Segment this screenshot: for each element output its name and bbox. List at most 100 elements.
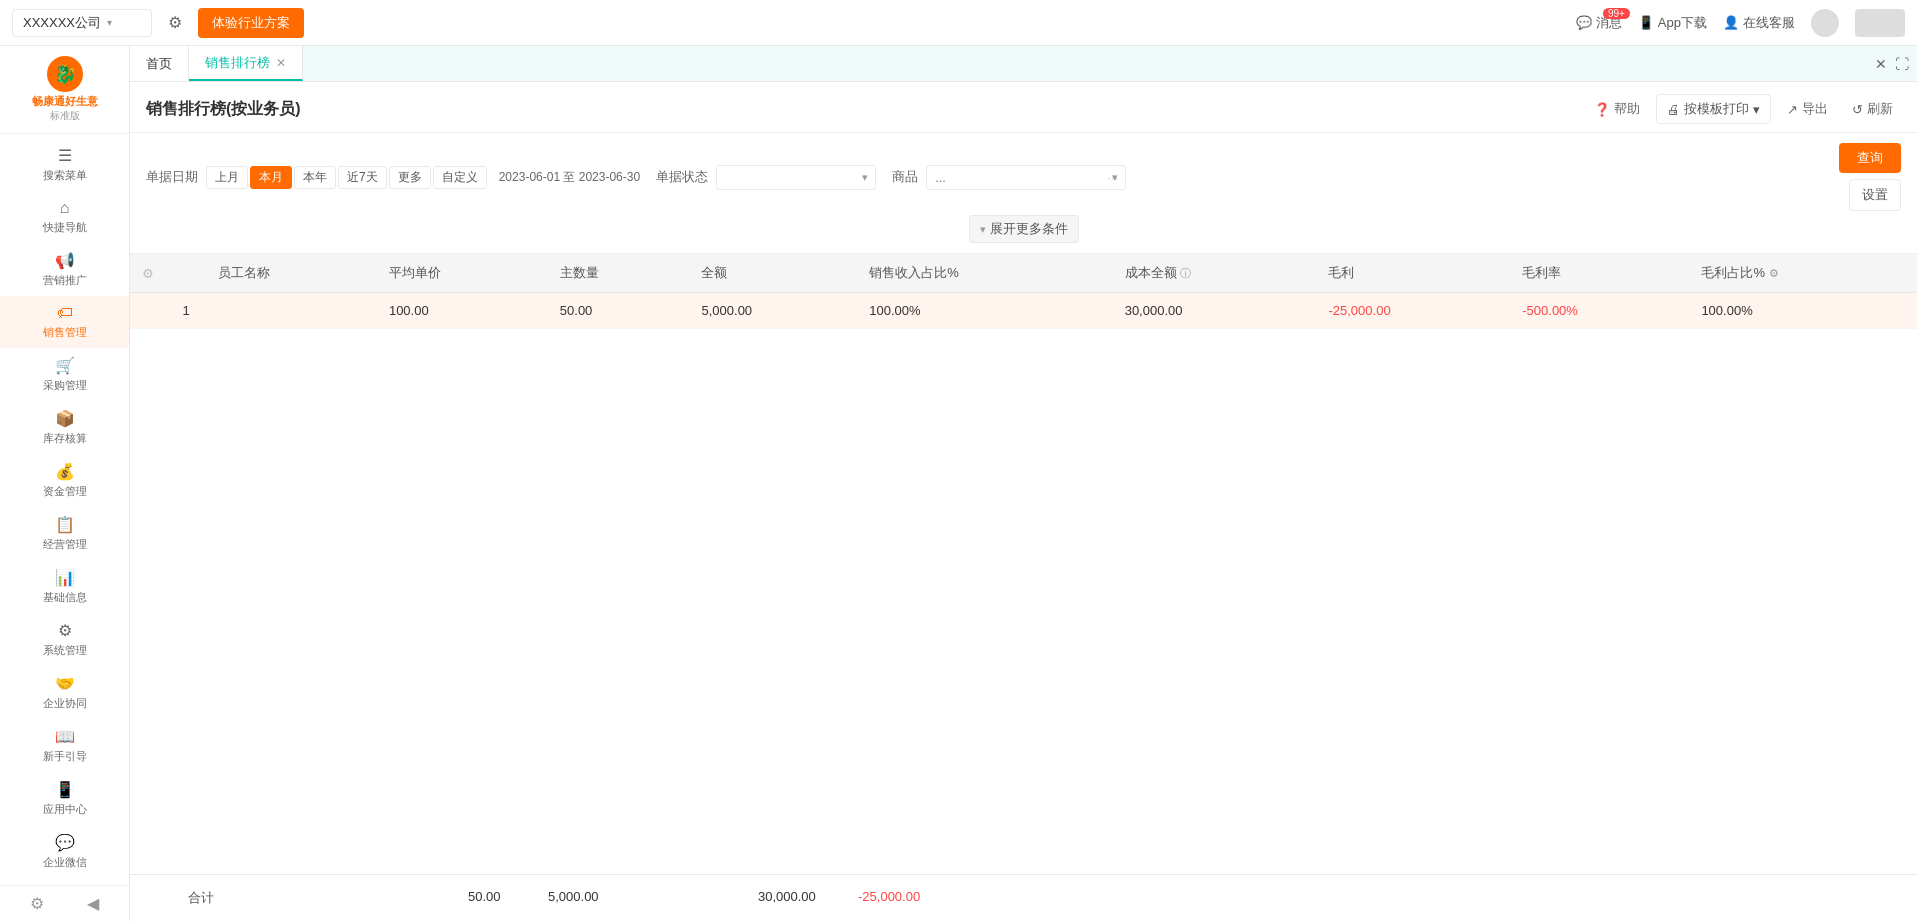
avatar[interactable] <box>1811 9 1839 37</box>
top-bar: XXXXXX公司 ▾ ⚙ 体验行业方案 💬 消息 99+ 📱 App下载 👤 在… <box>0 0 1917 46</box>
sidebar-item-5[interactable]: 📦库存核算 <box>0 401 129 454</box>
table-body: 1 100.00 50.00 5,000.00 100.00% 30,000.0… <box>130 293 1917 329</box>
tab-bar-actions: ✕ ⛶ <box>1875 56 1917 72</box>
sidebar-item-2[interactable]: 📢营销推广 <box>0 243 129 296</box>
tab-label-1: 销售排行榜 <box>205 54 270 72</box>
expand-button[interactable]: ▾ 展开更多条件 <box>969 215 1079 243</box>
tab-0[interactable]: 首页 <box>130 46 189 81</box>
sidebar-bottom: ⚙ ◀ <box>0 885 129 921</box>
date-btn-更多[interactable]: 更多 <box>389 166 431 189</box>
table-head: ⚙ 员工名称 平均单价 主数量 全额 销售收入占比% 成本全额 ⓘ 毛利 <box>130 254 1917 293</box>
sidebar-item-3[interactable]: 🏷销售管理 <box>0 296 129 348</box>
footer-gross-rate <box>946 883 1026 913</box>
nav-label-11: 新手引导 <box>43 749 87 764</box>
row-cost-0: 30,000.00 <box>1113 293 1317 329</box>
company-selector[interactable]: XXXXXX公司 ▾ <box>12 9 152 37</box>
top-bar-right: 💬 消息 99+ 📱 App下载 👤 在线客服 <box>1576 9 1905 37</box>
nav-icon-1: ⌂ <box>60 199 70 217</box>
goods-select-wrap: ··· <box>926 165 1126 190</box>
sidebar-logo: 🐉 畅康通好生意 标准版 <box>0 46 129 134</box>
date-btn-本年[interactable]: 本年 <box>294 166 336 189</box>
online-service-label: 在线客服 <box>1743 14 1795 32</box>
footer-gross-pct <box>1026 883 1106 913</box>
status-select[interactable] <box>716 165 876 190</box>
col-employee-name: 员工名称 <box>206 254 377 293</box>
tab-fullscreen-icon[interactable]: ⛶ <box>1895 56 1909 72</box>
nav-icon-6: 💰 <box>55 462 75 481</box>
online-service-button[interactable]: 👤 在线客服 <box>1723 14 1795 32</box>
sidebar-item-1[interactable]: ⌂快捷导航 <box>0 191 129 243</box>
nav-label-10: 企业协同 <box>43 696 87 711</box>
message-button[interactable]: 💬 消息 99+ <box>1576 14 1622 32</box>
row-gross-rate-0: -500.00% <box>1510 293 1689 329</box>
nav-label-2: 营销推广 <box>43 273 87 288</box>
nav-icon-4: 🛒 <box>55 356 75 375</box>
nav-label-13: 企业微信 <box>43 855 87 870</box>
footer-gross: -25,000.00 <box>846 883 946 913</box>
footer-spacer <box>146 883 176 913</box>
logo-text: 畅康通好生意 <box>32 94 98 109</box>
tab-close-1[interactable]: ✕ <box>276 56 286 70</box>
content-header: 销售排行榜(按业务员) ❓ 帮助 🖨 按模板打印 ▾ ↗ 导出 <box>130 82 1917 133</box>
col-avg-price: 平均单价 <box>377 254 548 293</box>
sidebar-item-11[interactable]: 📖 新手引导 <box>0 719 129 772</box>
gross-pct-info-icon: ⚙ <box>1769 267 1779 279</box>
sidebar-item-4[interactable]: 🛒采购管理 <box>0 348 129 401</box>
row-sales-pct-0: 100.00% <box>857 293 1112 329</box>
company-name: XXXXXX公司 <box>23 14 101 32</box>
sidebar-item-6[interactable]: 💰资金管理 <box>0 454 129 507</box>
footer-label: 合计 <box>176 883 376 913</box>
row-amount-0: 5,000.00 <box>689 293 857 329</box>
date-filter: 单据日期 上月本月本年近7天更多自定义 2023-06-01 至 2023-06… <box>146 166 640 189</box>
export-button[interactable]: ↗ 导出 <box>1779 96 1836 122</box>
trial-button[interactable]: 体验行业方案 <box>198 8 304 38</box>
sidebar-item-9[interactable]: ⚙系统管理 <box>0 613 129 666</box>
date-btn-近7天[interactable]: 近7天 <box>338 166 387 189</box>
footer-sales-pct <box>636 883 746 913</box>
user-name-area <box>1855 9 1905 37</box>
footer-total-label: 合计 <box>188 890 214 905</box>
sidebar-item-14[interactable]: V畅会员 <box>0 878 129 885</box>
app-download-button[interactable]: 📱 App下载 <box>1638 14 1707 32</box>
app-download-label: App下载 <box>1658 14 1707 32</box>
sidebar-settings-icon[interactable]: ⚙ <box>30 894 44 913</box>
nav-icon-5: 📦 <box>55 409 75 428</box>
col-settings: ⚙ <box>130 254 166 293</box>
page-title: 销售排行榜(按业务员) <box>146 99 301 120</box>
tab-1[interactable]: 销售排行榜 ✕ <box>189 46 303 81</box>
print-icon: 🖨 <box>1667 102 1680 117</box>
tab-close-all-icon[interactable]: ✕ <box>1875 56 1887 72</box>
sidebar-item-8[interactable]: 📊基础信息 <box>0 560 129 613</box>
date-btn-本月[interactable]: 本月 <box>250 166 292 189</box>
column-settings-icon[interactable]: ⚙ <box>142 266 154 281</box>
date-btn-自定义[interactable]: 自定义 <box>433 166 487 189</box>
settings-icon[interactable]: ⚙ <box>160 8 190 38</box>
footer-qty: 50.00 <box>456 883 536 913</box>
sidebar-item-10[interactable]: 🤝企业协同 <box>0 666 129 719</box>
row-settings-cell <box>130 293 166 329</box>
query-button[interactable]: 查询 <box>1839 143 1901 173</box>
print-button[interactable]: 🖨 按模板打印 ▾ <box>1656 94 1771 124</box>
refresh-button[interactable]: ↺ 刷新 <box>1844 96 1901 122</box>
filter-row-1: 单据日期 上月本月本年近7天更多自定义 2023-06-01 至 2023-06… <box>146 143 1901 211</box>
date-btn-上月[interactable]: 上月 <box>206 166 248 189</box>
data-table: ⚙ 员工名称 平均单价 主数量 全额 销售收入占比% 成本全额 ⓘ 毛利 <box>130 254 1917 329</box>
sidebar-item-0[interactable]: ☰搜索菜单 <box>0 138 129 191</box>
nav-label-12: 应用中心 <box>43 802 87 817</box>
sidebar-item-7[interactable]: 📋经营管理 <box>0 507 129 560</box>
sidebar-collapse-icon[interactable]: ◀ <box>87 894 99 913</box>
nav-icon-11: 📖 <box>55 727 75 746</box>
row-rank-0: 1 <box>166 293 206 329</box>
goods-input[interactable] <box>926 165 1126 190</box>
expand-icon: ▾ <box>980 223 986 236</box>
sidebar-item-12[interactable]: 📱应用中心 <box>0 772 129 825</box>
col-gross-pct: 毛利占比% ⚙ <box>1689 254 1917 293</box>
status-select-wrap <box>716 165 876 190</box>
row-gross-pct-0: 100.00% <box>1689 293 1917 329</box>
app-container: XXXXXX公司 ▾ ⚙ 体验行业方案 💬 消息 99+ 📱 App下载 👤 在… <box>0 0 1917 921</box>
sidebar-item-13[interactable]: 💬企业微信 <box>0 825 129 878</box>
row-qty-0: 50.00 <box>548 293 690 329</box>
table-settings-button[interactable]: 设置 <box>1849 179 1901 211</box>
chevron-down-icon: ▾ <box>107 17 112 28</box>
help-button[interactable]: ❓ 帮助 <box>1586 96 1648 122</box>
